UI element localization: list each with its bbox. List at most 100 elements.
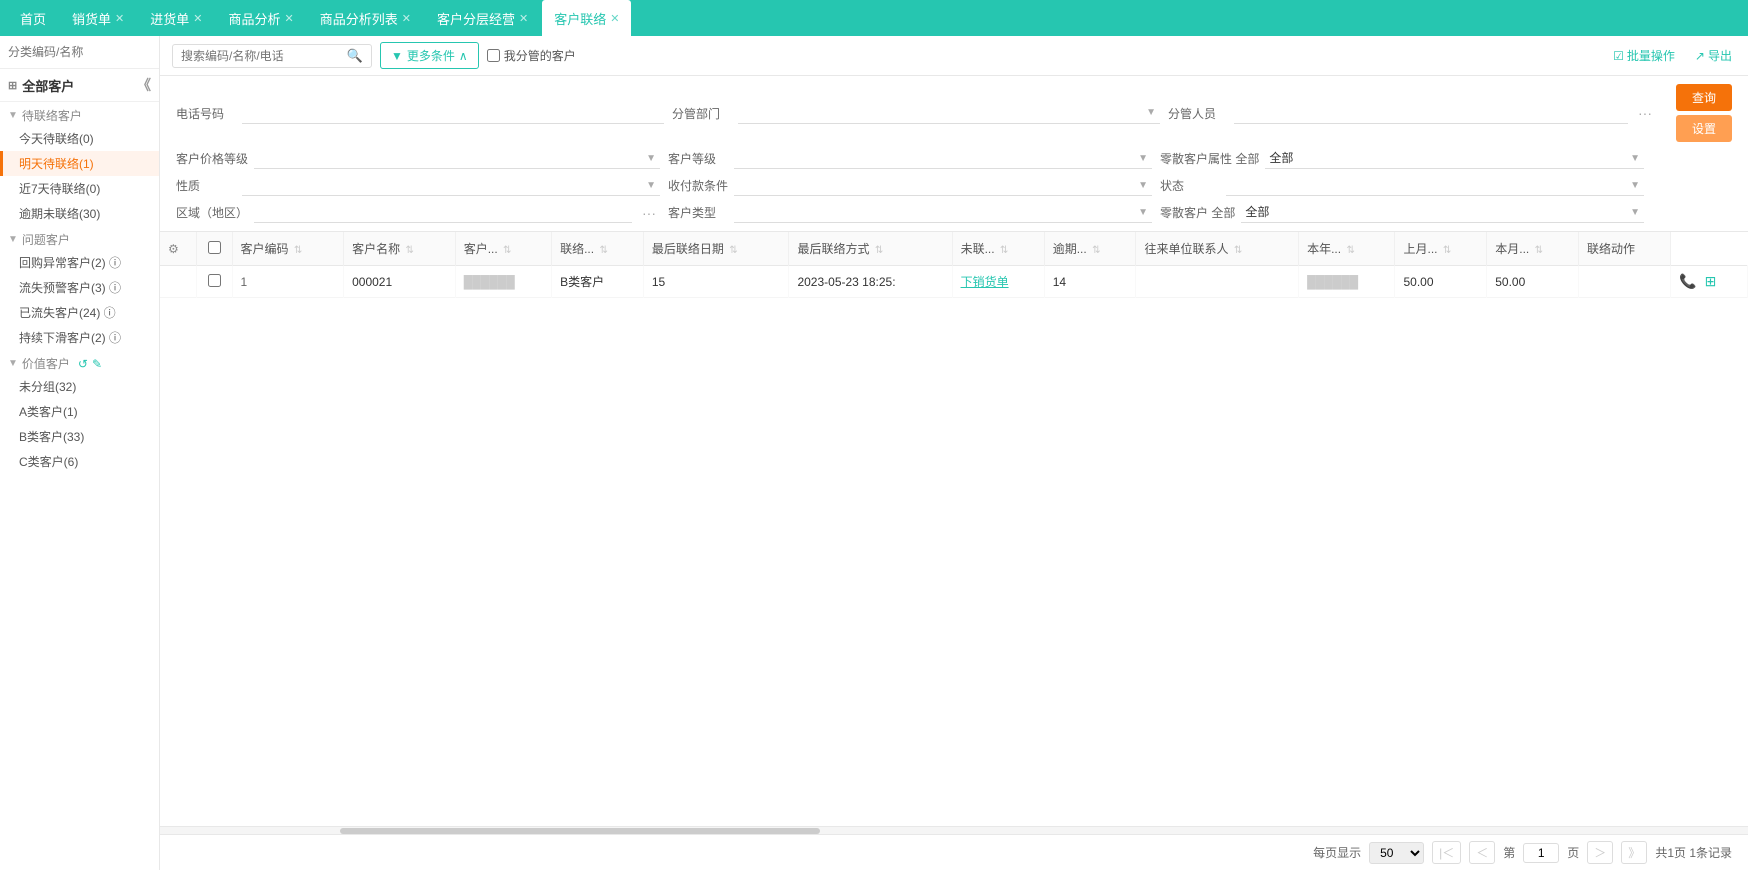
nav-purchase-close[interactable]: ✕ (193, 12, 202, 25)
sort-icon-last-month[interactable]: ⇅ (1443, 245, 1451, 256)
row-uncontacted-value: 14 (1053, 275, 1066, 289)
my-customers-checkbox-label[interactable]: 我分管的客户 (487, 47, 576, 64)
sidebar-item-c-class[interactable]: C类客户(6) (0, 449, 159, 474)
sort-icon-method[interactable]: ⇅ (875, 245, 883, 256)
filter-row-4: 区域（地区） ··· 客户类型 ▼ 零散客户 全部 全部 (176, 202, 1732, 223)
last-page-button[interactable]: 》 (1621, 841, 1647, 864)
sidebar-item-lost-warning[interactable]: 流失预警客户(3) ⓘ (0, 275, 159, 300)
nav-analysis[interactable]: 商品分析 ✕ (216, 0, 305, 36)
nav-analysis-close[interactable]: ✕ (285, 12, 294, 25)
filter-price-level-select[interactable] (254, 148, 660, 168)
toolbar-right: ☑ 批量操作 ↗ 导出 (1609, 45, 1736, 66)
sort-icon-contact[interactable]: ⇅ (599, 245, 607, 256)
sidebar-group-value[interactable]: ▼ 价值客户 ↺ ✎ (0, 350, 159, 374)
next-page-button[interactable]: ＞ (1587, 841, 1613, 864)
my-customers-checkbox[interactable] (487, 49, 500, 62)
sidebar-item-a-class[interactable]: A类客户(1) (0, 399, 159, 424)
row-method-link[interactable]: 下销货单 (961, 275, 1009, 289)
filter-row-3: 性质 ▼ 收付款条件 ▼ 状态 (176, 175, 1732, 196)
filter-manager-dots[interactable]: ··· (1634, 105, 1656, 121)
settings-button[interactable]: 设置 (1676, 115, 1732, 142)
page-label: 第 (1503, 844, 1515, 861)
arrow-icon2: ▼ (8, 234, 18, 245)
batch-op-button[interactable]: ☑ 批量操作 (1609, 45, 1679, 66)
nav-customer-contact-close[interactable]: ✕ (610, 12, 619, 25)
sort-icon-date[interactable]: ⇅ (729, 245, 737, 256)
filter-area-input[interactable] (254, 202, 632, 223)
search-icon[interactable]: 🔍 (347, 48, 363, 64)
sidebar-item-overdue-contact[interactable]: 逾期未联络(30) (0, 201, 159, 226)
per-page-select[interactable]: 50 100 200 (1369, 842, 1424, 864)
page-number-input[interactable] (1523, 843, 1559, 863)
scrollbar-thumb[interactable] (340, 828, 820, 834)
sidebar-item-b-class[interactable]: B类客户(33) (0, 424, 159, 449)
nav-customer-segment[interactable]: 客户分层经营 ✕ (425, 0, 540, 36)
nav-home-label: 首页 (20, 9, 46, 28)
sidebar-item-ungrouped[interactable]: 未分组(32) (0, 374, 159, 399)
sort-icon-overdue[interactable]: ⇅ (1092, 245, 1100, 256)
filter-retail-attr-select[interactable]: 全部 (1265, 148, 1644, 168)
row-last-contact-date: 2023-05-23 18:25: (789, 266, 952, 298)
nav-home[interactable]: 首页 (8, 0, 58, 36)
filter-manager-input[interactable] (1234, 103, 1628, 124)
row-checkbox[interactable] (208, 274, 221, 287)
query-button[interactable]: 查询 (1676, 84, 1732, 111)
sidebar-search-input[interactable] (8, 45, 160, 59)
nav-analysis-list-close[interactable]: ✕ (402, 12, 411, 25)
sort-icon-name[interactable]: ⇅ (405, 245, 413, 256)
table-select-all[interactable] (208, 241, 221, 254)
sort-icon-year[interactable]: ⇅ (1346, 245, 1354, 256)
nav-sales-label: 销货单 (72, 9, 111, 28)
phone-action-icon[interactable]: 📞 (1679, 273, 1696, 290)
filter-customer-level-select[interactable] (734, 148, 1152, 168)
sidebar-item-repurchase[interactable]: 回购异常客户(2) ⓘ (0, 250, 159, 275)
sort-icon-type[interactable]: ⇅ (503, 245, 511, 256)
filter-phone-input[interactable] (242, 103, 664, 124)
sidebar-item-churned[interactable]: 已流失客户(24) ⓘ (0, 300, 159, 325)
gear-icon[interactable]: ⚙ (168, 242, 179, 256)
sidebar-item-week-label: 近7天待联络(0) (19, 182, 100, 196)
col-checkbox (196, 232, 232, 266)
nav-customer-contact[interactable]: 客户联络 ✕ (542, 0, 631, 36)
filter-nature-select[interactable] (242, 175, 660, 195)
table-container: ⚙ 客户编码 ⇅ 客户名称 ⇅ (160, 232, 1748, 826)
sidebar-item-declining[interactable]: 持续下滑客户(2) ⓘ (0, 325, 159, 350)
filter-payment-wrapper: ▼ (734, 175, 1152, 196)
qr-action-icon[interactable]: ⊞ (1705, 273, 1717, 290)
collapse-icon[interactable]: 《 (137, 75, 151, 95)
filter-retail-customer-select[interactable]: 全部 (1241, 202, 1644, 222)
sidebar-all-customers[interactable]: ⊞ 全部客户 《 (0, 69, 159, 102)
nav-purchase[interactable]: 进货单 ✕ (138, 0, 214, 36)
filter-price-level-wrapper: ▼ (254, 148, 660, 169)
sort-icon-this-month[interactable]: ⇅ (1535, 245, 1543, 256)
sidebar-item-tomorrow[interactable]: 明天待联络(1) (0, 151, 159, 176)
filter-area-label: 区域（地区） (176, 204, 248, 221)
filter-dept-select[interactable] (738, 103, 1160, 123)
search-input[interactable] (181, 49, 347, 63)
value-edit-icon[interactable]: ✎ (92, 357, 102, 371)
filter-customer-type-select[interactable] (734, 202, 1152, 222)
sidebar-item-ungrouped-label: 未分组(32) (19, 380, 76, 394)
row-customer-type: B类客户 (552, 266, 644, 298)
sidebar-item-today[interactable]: 今天待联络(0) (0, 126, 159, 151)
sidebar-group-pending[interactable]: ▼ 待联络客户 (0, 102, 159, 126)
filter-status-select[interactable] (1226, 175, 1644, 195)
sort-icon-uncontacted[interactable]: ⇅ (1000, 245, 1008, 256)
first-page-button[interactable]: |＜ (1432, 841, 1461, 864)
nav-analysis-list[interactable]: 商品分析列表 ✕ (308, 0, 423, 36)
filter-btn[interactable]: ▼ 更多条件 ∧ (380, 42, 479, 69)
filter-payment-select[interactable] (734, 175, 1152, 195)
value-refresh-icon[interactable]: ↺ (78, 357, 88, 371)
export-button[interactable]: ↗ 导出 (1691, 45, 1736, 66)
sidebar-group-problem[interactable]: ▼ 问题客户 (0, 226, 159, 250)
nav-sales-close[interactable]: ✕ (115, 12, 124, 25)
nav-customer-segment-label: 客户分层经营 (437, 9, 515, 28)
nav-customer-segment-close[interactable]: ✕ (519, 12, 528, 25)
nav-sales[interactable]: 销货单 ✕ (60, 0, 136, 36)
sort-icon-code[interactable]: ⇅ (294, 245, 302, 256)
filter-area-dots[interactable]: ··· (638, 205, 660, 221)
sidebar-item-week[interactable]: 近7天待联络(0) (0, 176, 159, 201)
horizontal-scrollbar[interactable] (160, 826, 1748, 834)
sort-icon-company[interactable]: ⇅ (1234, 245, 1242, 256)
prev-page-button[interactable]: ＜ (1469, 841, 1495, 864)
